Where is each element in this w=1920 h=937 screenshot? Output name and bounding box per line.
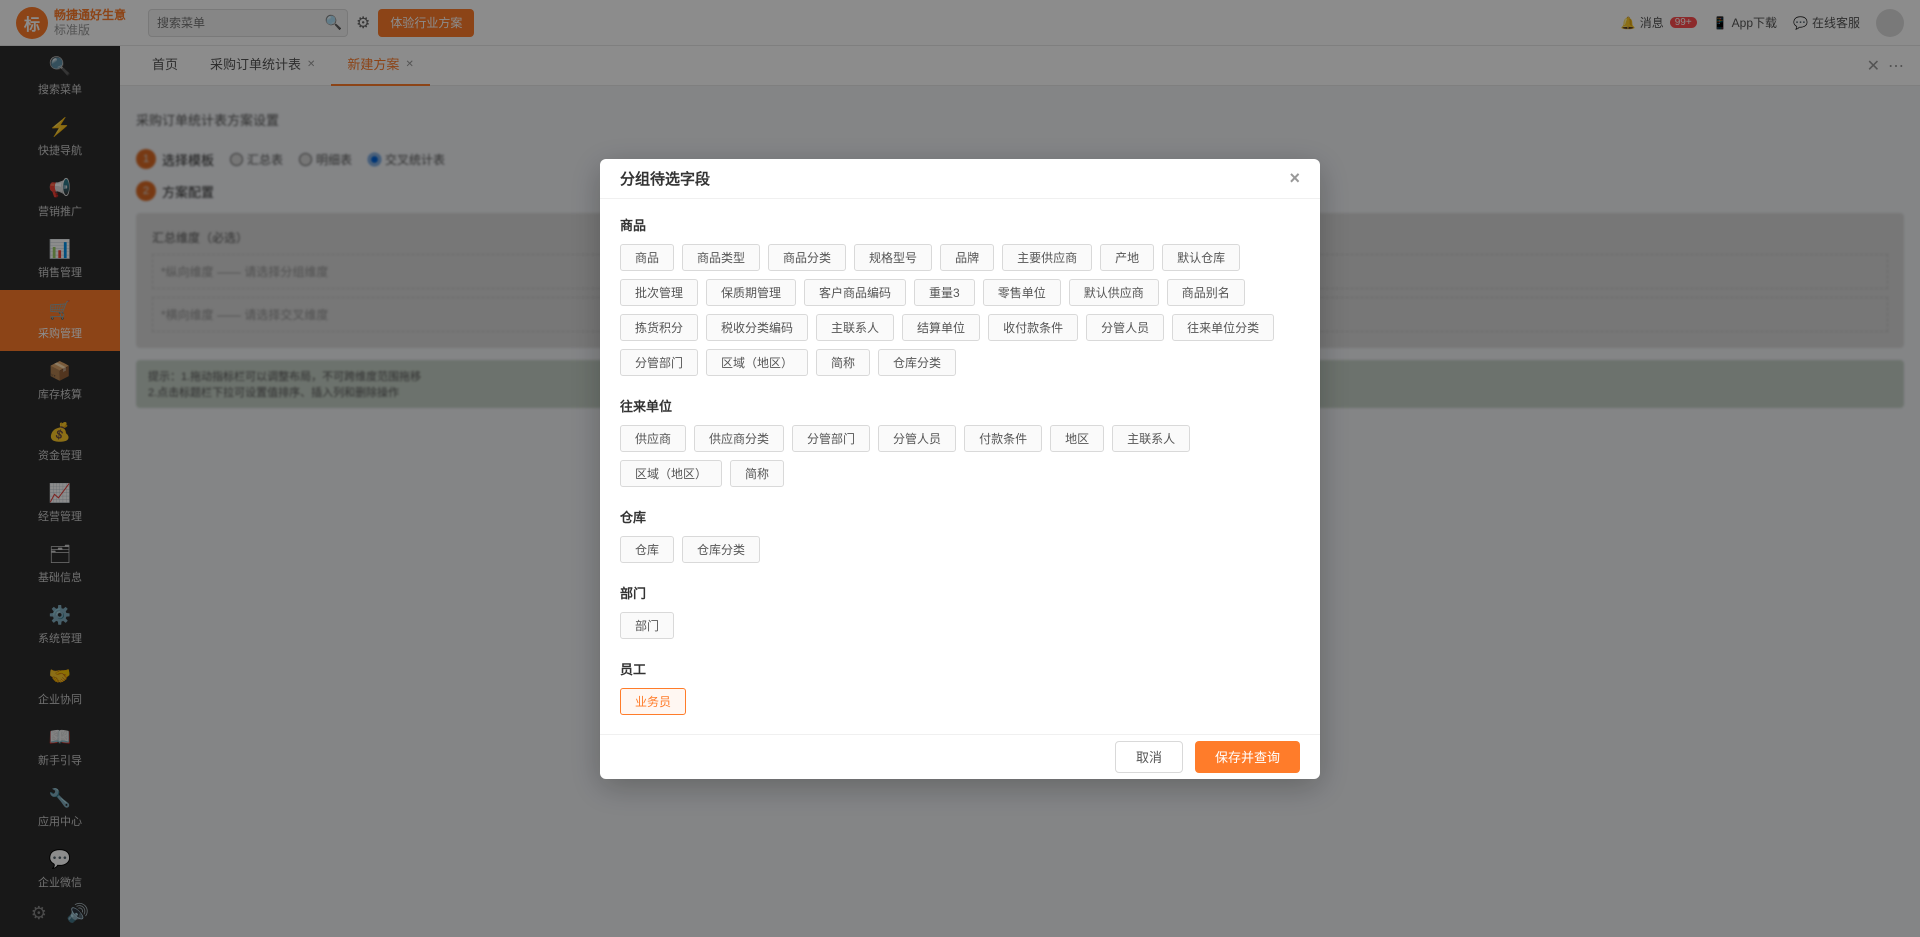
field-tag-product-10[interactable]: 客户商品编码 [804,279,906,306]
section-title-warehouse: 仓库 [620,507,1300,526]
field-tag-partner-8[interactable]: 简称 [730,460,784,487]
field-tag-product-24[interactable]: 简称 [816,349,870,376]
section-warehouse: 仓库仓库仓库分类 [620,507,1300,563]
field-tag-product-9[interactable]: 保质期管理 [706,279,796,306]
field-tag-product-19[interactable]: 收付款条件 [988,314,1078,341]
field-tag-product-12[interactable]: 零售单位 [983,279,1061,306]
field-tag-warehouse-1[interactable]: 仓库分类 [682,536,760,563]
sections-container: 商品商品商品类型商品分类规格型号品牌主要供应商产地默认仓库批次管理保质期管理客户… [620,215,1300,734]
field-tag-product-11[interactable]: 重量3 [914,279,975,306]
modal-title: 分组待选字段 [620,168,710,189]
field-tag-product-3[interactable]: 规格型号 [854,244,932,271]
field-tag-product-16[interactable]: 税收分类编码 [706,314,808,341]
section-title-partner: 往来单位 [620,396,1300,415]
field-tag-product-4[interactable]: 品牌 [940,244,994,271]
section-department: 部门部门 [620,583,1300,639]
field-tag-partner-3[interactable]: 分管人员 [878,425,956,452]
field-tag-product-22[interactable]: 分管部门 [620,349,698,376]
save-query-button[interactable]: 保存并查询 [1195,741,1300,773]
cancel-button[interactable]: 取消 [1115,741,1183,773]
modal-close-btn[interactable]: × [1289,168,1300,189]
field-tag-product-25[interactable]: 仓库分类 [878,349,956,376]
field-tag-product-20[interactable]: 分管人员 [1086,314,1164,341]
field-tag-partner-6[interactable]: 主联系人 [1112,425,1190,452]
field-tag-warehouse-0[interactable]: 仓库 [620,536,674,563]
field-tag-product-6[interactable]: 产地 [1100,244,1154,271]
field-tags-warehouse: 仓库仓库分类 [620,536,1300,563]
section-title-department: 部门 [620,583,1300,602]
field-tags-partner: 供应商供应商分类分管部门分管人员付款条件地区主联系人区域（地区） 简称 [620,425,1300,487]
section-product: 商品商品商品类型商品分类规格型号品牌主要供应商产地默认仓库批次管理保质期管理客户… [620,215,1300,376]
field-tags-employee: 业务员 [620,688,1300,715]
field-tag-product-8[interactable]: 批次管理 [620,279,698,306]
field-tag-product-2[interactable]: 商品分类 [768,244,846,271]
field-tag-product-15[interactable]: 拣货积分 [620,314,698,341]
field-tag-product-13[interactable]: 默认供应商 [1069,279,1159,306]
field-tag-product-23[interactable]: 区域（地区） [706,349,808,376]
modal-header: 分组待选字段 × [600,159,1320,200]
section-title-product: 商品 [620,215,1300,234]
field-tag-partner-7[interactable]: 区域（地区） [620,460,722,487]
field-tag-product-14[interactable]: 商品别名 [1167,279,1245,306]
field-tag-product-7[interactable]: 默认仓库 [1162,244,1240,271]
field-tag-partner-4[interactable]: 付款条件 [964,425,1042,452]
field-tag-partner-1[interactable]: 供应商分类 [694,425,784,452]
field-tag-partner-2[interactable]: 分管部门 [792,425,870,452]
field-tag-department-0[interactable]: 部门 [620,612,674,639]
section-partner: 往来单位供应商供应商分类分管部门分管人员付款条件地区主联系人区域（地区） 简称 [620,396,1300,487]
field-select-modal: 分组待选字段 × 商品商品商品类型商品分类规格型号品牌主要供应商产地默认仓库批次… [600,159,1320,779]
modal-footer: 取消 保存并查询 [600,734,1320,778]
field-tag-product-0[interactable]: 商品 [620,244,674,271]
field-tags-department: 部门 [620,612,1300,639]
field-tag-partner-0[interactable]: 供应商 [620,425,686,452]
modal-overlay: 分组待选字段 × 商品商品商品类型商品分类规格型号品牌主要供应商产地默认仓库批次… [0,0,1920,937]
field-tag-product-1[interactable]: 商品类型 [682,244,760,271]
section-employee: 员工业务员 [620,659,1300,715]
field-tag-partner-5[interactable]: 地区 [1050,425,1104,452]
field-tag-employee-0[interactable]: 业务员 [620,688,686,715]
field-tag-product-17[interactable]: 主联系人 [816,314,894,341]
field-tags-product: 商品商品类型商品分类规格型号品牌主要供应商产地默认仓库批次管理保质期管理客户商品… [620,244,1300,376]
section-title-employee: 员工 [620,659,1300,678]
field-tag-product-18[interactable]: 结算单位 [902,314,980,341]
field-tag-product-21[interactable]: 往来单位分类 [1172,314,1274,341]
modal-body: 商品商品商品类型商品分类规格型号品牌主要供应商产地默认仓库批次管理保质期管理客户… [600,199,1320,734]
field-tag-product-5[interactable]: 主要供应商 [1002,244,1092,271]
